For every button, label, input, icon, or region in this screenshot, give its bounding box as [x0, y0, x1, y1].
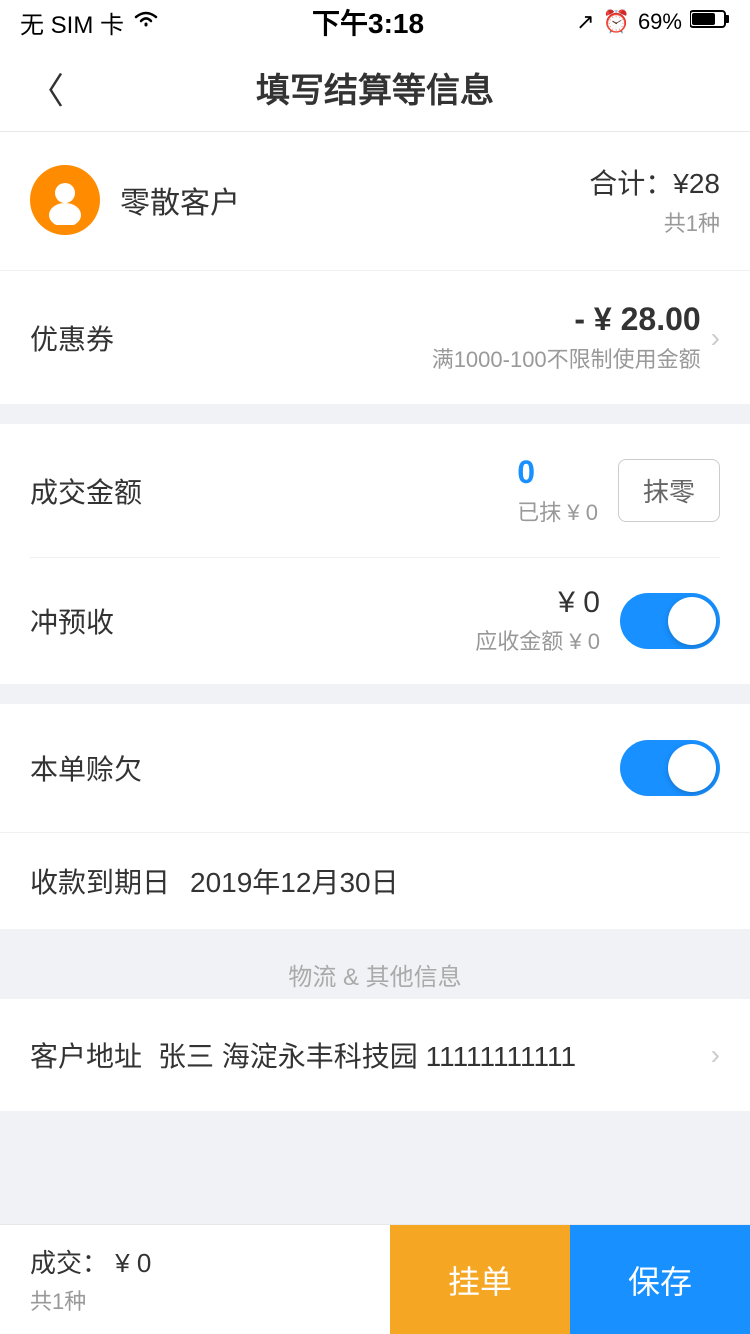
total-label: 合计：¥28 — [589, 162, 720, 202]
battery-text: 69% — [638, 9, 682, 35]
credit-toggle[interactable] — [620, 740, 720, 796]
save-button[interactable]: 保存 — [570, 1225, 750, 1334]
prepay-main: ¥ 0 — [475, 586, 600, 620]
hang-button[interactable]: 挂单 — [390, 1225, 570, 1334]
status-time: 下午3:18 — [312, 2, 424, 42]
avatar — [30, 165, 100, 235]
bottom-info: 成交： ¥ 0 共1种 — [0, 1243, 390, 1316]
amount-sub: 已抹 ¥ 0 — [517, 495, 598, 527]
amount-row: 成交金额 0 已抹 ¥ 0 抹零 — [0, 424, 750, 557]
address-chevron-icon: › — [711, 1039, 720, 1071]
coupon-info: - ¥ 28.00 满1000-100不限制使用金额 — [432, 301, 701, 374]
credit-section: 本单赊欠 收款到期日 2019年12月30日 — [0, 704, 750, 929]
logistics-divider: 物流 & 其他信息 — [0, 949, 750, 999]
location-icon: ↗ — [576, 9, 594, 35]
prepay-sub: 应收金额 ¥ 0 — [475, 624, 600, 656]
address-value: 张三 海淀永丰科技园 11111111111 — [158, 1035, 695, 1075]
customer-right: 合计：¥28 共1种 — [589, 162, 720, 238]
address-label: 客户地址 — [30, 1035, 142, 1075]
coupon-row[interactable]: 优惠券 - ¥ 28.00 满1000-100不限制使用金额 › — [0, 270, 750, 404]
status-bar: 无 SIM 卡 下午3:18 ↗ ⏰ 69% — [0, 0, 750, 44]
logistics-text: 物流 & 其他信息 — [288, 957, 461, 992]
round-button[interactable]: 抹零 — [618, 459, 720, 522]
wifi-icon — [132, 9, 160, 35]
back-button[interactable]: 〈 — [28, 62, 64, 114]
page-title: 填写结算等信息 — [256, 63, 494, 112]
alarm-icon: ⏰ — [603, 9, 630, 35]
content: 零散客户 合计：¥28 共1种 优惠券 - ¥ 28.00 满1000-100不… — [0, 132, 750, 1251]
address-section: 客户地址 张三 海淀永丰科技园 11111111111 › — [0, 999, 750, 1111]
address-row[interactable]: 客户地址 张三 海淀永丰科技园 11111111111 › — [0, 999, 750, 1111]
amount-value-group: 0 已抹 ¥ 0 — [517, 454, 598, 527]
prepay-label: 冲预收 — [30, 601, 114, 641]
coupon-right: - ¥ 28.00 满1000-100不限制使用金额 › — [432, 301, 720, 374]
bottom-count: 共1种 — [30, 1284, 360, 1316]
status-right: ↗ ⏰ 69% — [576, 9, 730, 35]
customer-name: 零散客户 — [120, 178, 240, 222]
customer-row: 零散客户 合计：¥28 共1种 — [0, 132, 750, 268]
total-count: 共1种 — [589, 206, 720, 238]
duedate-row: 收款到期日 2019年12月30日 — [0, 832, 750, 929]
coupon-desc: 满1000-100不限制使用金额 — [432, 342, 701, 374]
amount-value: 0 — [517, 454, 598, 491]
duedate-value: 2019年12月30日 — [190, 861, 399, 901]
amount-right: 0 已抹 ¥ 0 抹零 — [517, 454, 720, 527]
duedate-label: 收款到期日 — [30, 861, 170, 901]
amount-label: 成交金额 — [30, 471, 142, 511]
coupon-label: 优惠券 — [30, 318, 114, 358]
prepay-right: ¥ 0 应收金额 ¥ 0 — [475, 586, 720, 656]
bottom-deal: 成交： ¥ 0 — [30, 1243, 360, 1280]
nav-bar: 〈 填写结算等信息 — [0, 44, 750, 132]
amount-section: 成交金额 0 已抹 ¥ 0 抹零 冲预收 ¥ 0 应收金额 ¥ 0 — [0, 424, 750, 684]
prepay-amounts: ¥ 0 应收金额 ¥ 0 — [475, 586, 600, 656]
credit-row: 本单赊欠 — [0, 704, 750, 832]
bottom-bar: 成交： ¥ 0 共1种 挂单 保存 — [0, 1224, 750, 1334]
credit-label: 本单赊欠 — [30, 748, 142, 788]
customer-left: 零散客户 — [30, 165, 240, 235]
chevron-right-icon: › — [711, 322, 720, 354]
customer-section: 零散客户 合计：¥28 共1种 优惠券 - ¥ 28.00 满1000-100不… — [0, 132, 750, 404]
status-left: 无 SIM 卡 — [20, 5, 160, 40]
sim-text: 无 SIM 卡 — [20, 5, 124, 40]
battery-icon — [690, 9, 730, 35]
prepay-row: 冲预收 ¥ 0 应收金额 ¥ 0 — [0, 558, 750, 684]
prepay-toggle[interactable] — [620, 593, 720, 649]
bottom-actions: 挂单 保存 — [390, 1225, 750, 1334]
coupon-amount: - ¥ 28.00 — [432, 301, 701, 338]
